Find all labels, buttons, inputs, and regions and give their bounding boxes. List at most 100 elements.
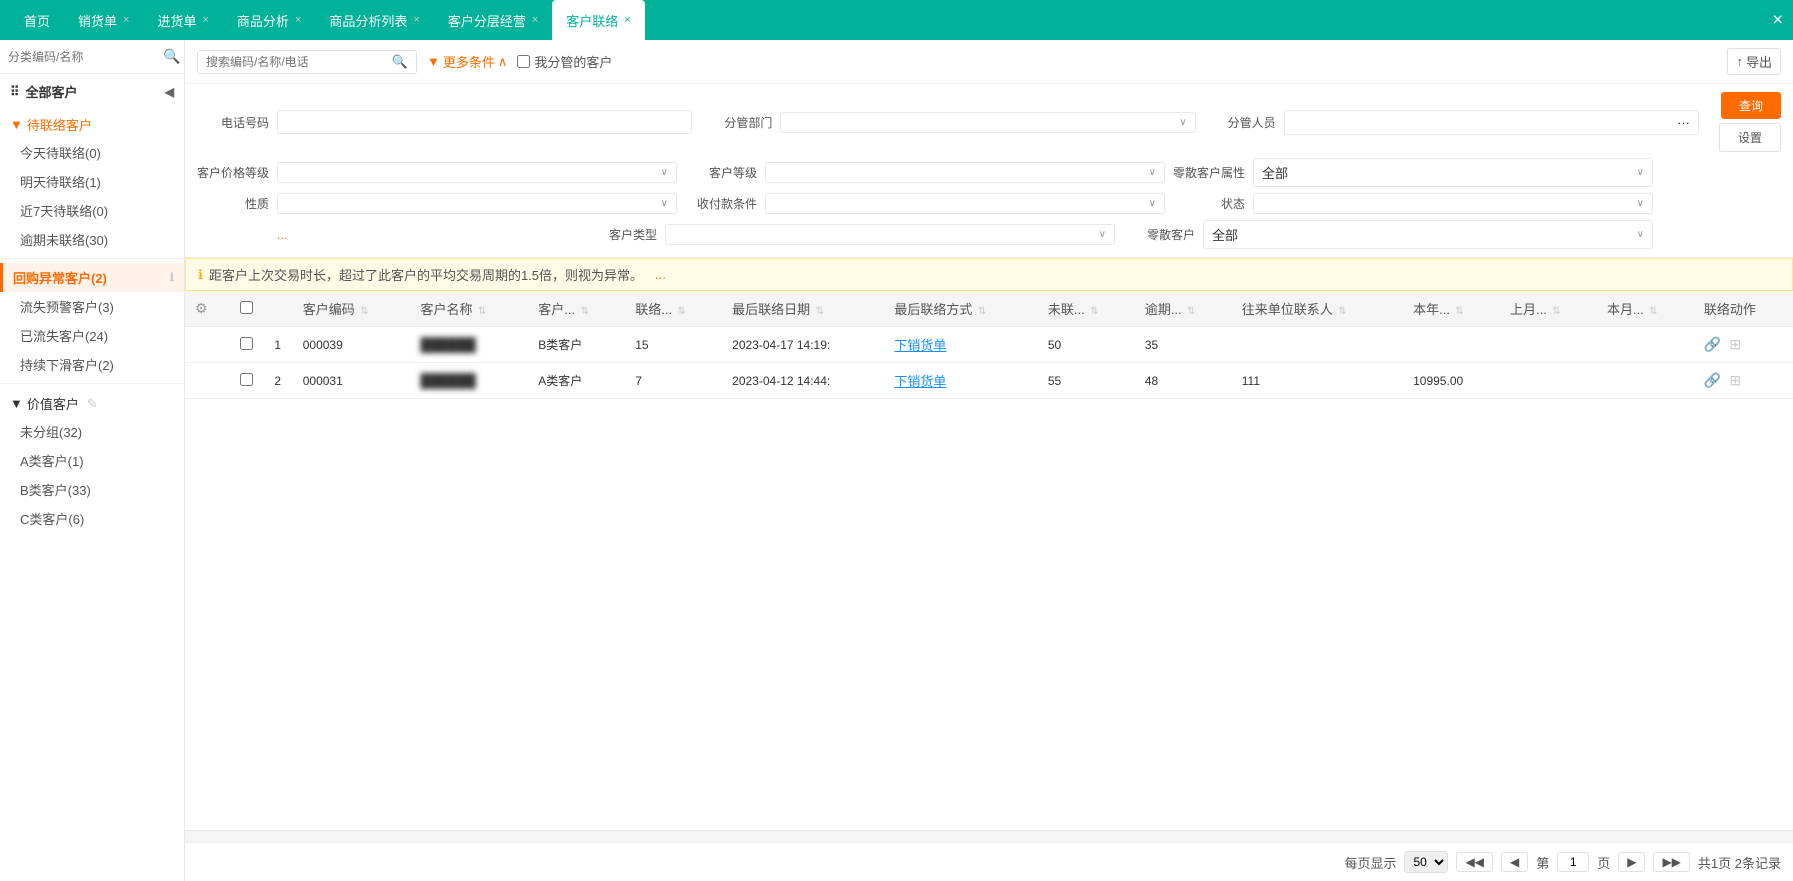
- filter-field-dept: 分管部门 ∨: [700, 112, 1195, 133]
- edit-icon[interactable]: ✎: [87, 396, 98, 412]
- sidebar-item-b-class[interactable]: B类客户(33): [0, 475, 184, 504]
- tooltip-more-button[interactable]: ...: [655, 267, 666, 282]
- row2-select-checkbox[interactable]: [240, 373, 253, 386]
- next-page-button[interactable]: ▶: [1618, 852, 1645, 872]
- customer-type-select[interactable]: ∨: [665, 224, 1115, 245]
- tab-home[interactable]: 首页: [10, 0, 64, 40]
- phone-input[interactable]: [277, 110, 692, 134]
- uncontact-col-header[interactable]: 未联... ⇅: [1038, 291, 1135, 327]
- window-close-button[interactable]: ×: [1772, 10, 1783, 31]
- unit-contact-col-header[interactable]: 往来单位联系人 ⇅: [1232, 291, 1403, 327]
- row1-name[interactable]: ██████: [411, 327, 529, 363]
- my-customers-checkbox[interactable]: [517, 55, 530, 68]
- sidebar-group-value-title[interactable]: ▼ 价值客户 ✎: [0, 388, 184, 417]
- sidebar-item-a-class[interactable]: A类客户(1): [0, 446, 184, 475]
- close-sales-tab[interactable]: ×: [123, 14, 129, 26]
- close-analysis-list-tab[interactable]: ×: [413, 14, 419, 26]
- row1-grid-icon[interactable]: ⊞: [1729, 336, 1741, 353]
- retail-customer-select[interactable]: 全部 ∨: [1203, 220, 1653, 249]
- sidebar-item-today[interactable]: 今天待联络(0): [0, 138, 184, 167]
- row2-code[interactable]: 000031: [293, 363, 411, 399]
- overdue-col-header[interactable]: 逾期... ⇅: [1135, 291, 1232, 327]
- row1-link-icon[interactable]: 🔗: [1704, 336, 1721, 353]
- price-level-select[interactable]: ∨: [277, 162, 677, 183]
- search-field: 🔍: [197, 50, 417, 74]
- sidebar-item-ungrouped[interactable]: 未分组(32): [0, 417, 184, 446]
- sidebar-search-input[interactable]: [8, 50, 163, 64]
- tab-analysis-list[interactable]: 商品分析列表 ×: [315, 0, 433, 40]
- table-header-row: ⚙ 客户编码 ⇅ 客户名称 ⇅: [185, 291, 1793, 327]
- last-method-col-header[interactable]: 最后联络方式 ⇅: [884, 291, 1038, 327]
- tab-purchase[interactable]: 进货单 ×: [143, 0, 222, 40]
- type-col-header[interactable]: 客户... ⇅: [528, 291, 625, 327]
- per-page-select[interactable]: 50: [1404, 851, 1448, 873]
- name-col-header[interactable]: 客户名称 ⇅: [411, 291, 529, 327]
- last-date-col-header[interactable]: 最后联络日期 ⇅: [722, 291, 884, 327]
- row1-code[interactable]: 000039: [293, 327, 411, 363]
- sidebar-item-churn-warning[interactable]: 流失预警客户(3): [0, 292, 184, 321]
- sidebar-group-pending-title[interactable]: ▼ 待联络客户: [0, 109, 184, 138]
- retail-attr-select[interactable]: 全部 ∨: [1253, 158, 1653, 187]
- sidebar-item-overdue[interactable]: 逾期未联络(30): [0, 225, 184, 254]
- prev-page-button[interactable]: ◀: [1501, 852, 1528, 872]
- sidebar-group-repurchase: 回购异常客户(2) ℹ 流失预警客户(3) 已流失客户(24) 持续下滑客户(2…: [0, 263, 184, 379]
- horizontal-scrollbar[interactable]: [185, 830, 1793, 842]
- sidebar-collapse-icon[interactable]: ◀: [165, 85, 174, 99]
- last-month-col-header[interactable]: 上月... ⇅: [1500, 291, 1597, 327]
- row1-last-method[interactable]: 下销货单: [884, 327, 1038, 363]
- payment-select[interactable]: ∨: [765, 193, 1165, 214]
- setting-button[interactable]: 设置: [1719, 123, 1781, 152]
- query-button[interactable]: 查询: [1721, 92, 1781, 119]
- page-number-input[interactable]: [1557, 852, 1589, 872]
- sidebar-item-declining[interactable]: 持续下滑客户(2): [0, 350, 184, 379]
- tab-customer-contact[interactable]: 客户联络 ×: [552, 0, 644, 40]
- sort-contact-icon: ⇅: [677, 306, 685, 317]
- settings-gear-icon[interactable]: ⚙: [195, 300, 208, 316]
- search-icon[interactable]: 🔍: [392, 54, 408, 70]
- row2-link-icon[interactable]: 🔗: [1704, 372, 1721, 389]
- sidebar-item-7days[interactable]: 近7天待联络(0): [0, 196, 184, 225]
- tab-sales[interactable]: 销货单 ×: [64, 0, 143, 40]
- contact-col-header[interactable]: 联络... ⇅: [625, 291, 722, 327]
- sidebar-item-tomorrow[interactable]: 明天待联络(1): [0, 167, 184, 196]
- close-customer-contact-tab[interactable]: ×: [624, 14, 630, 26]
- customer-level-select[interactable]: ∨: [765, 162, 1165, 183]
- row2-last-method[interactable]: 下销货单: [884, 363, 1038, 399]
- more-conditions-button[interactable]: ▼ 更多条件 ∧: [427, 52, 507, 71]
- export-button[interactable]: ↑ 导出: [1727, 48, 1781, 75]
- row2-grid-icon[interactable]: ⊞: [1729, 372, 1741, 389]
- close-analysis-tab[interactable]: ×: [295, 14, 301, 26]
- this-year-col-header[interactable]: 本年... ⇅: [1403, 291, 1500, 327]
- row2-action: 🔗 ⊞: [1694, 363, 1793, 399]
- search-input[interactable]: [206, 55, 392, 69]
- code-col-header[interactable]: 客户编码 ⇅: [293, 291, 411, 327]
- row1-contact: 15: [625, 327, 722, 363]
- sidebar-search-icon[interactable]: 🔍: [163, 48, 180, 65]
- sidebar-item-repurchase-abnormal[interactable]: 回购异常客户(2) ℹ: [0, 263, 184, 292]
- select-all-checkbox[interactable]: [240, 301, 253, 314]
- close-customer-tier-tab[interactable]: ×: [532, 14, 538, 26]
- row1-num: 1: [263, 327, 293, 363]
- first-page-button[interactable]: ◀◀: [1456, 852, 1492, 872]
- this-month-col-header[interactable]: 本月... ⇅: [1597, 291, 1694, 327]
- my-customers-checkbox-area: 我分管的客户: [517, 52, 612, 71]
- sidebar-all-customers[interactable]: ⠿ 全部客户 ◀: [0, 74, 184, 109]
- tab-analysis[interactable]: 商品分析 ×: [223, 0, 315, 40]
- main-layout: 🔍 ⠿ 全部客户 ◀ ▼ 待联络客户 今天待联络(0) 明: [0, 40, 1793, 881]
- row2-this-month: [1597, 363, 1694, 399]
- more-fields-button[interactable]: ...: [277, 228, 287, 242]
- row2-last-month: [1500, 363, 1597, 399]
- manager-select[interactable]: ···: [1284, 110, 1699, 135]
- row2-name[interactable]: ██████: [411, 363, 529, 399]
- close-purchase-tab[interactable]: ×: [202, 14, 208, 26]
- settings-col-header[interactable]: ⚙: [185, 291, 230, 327]
- row1-overdue: 35: [1135, 327, 1232, 363]
- sidebar-item-churned[interactable]: 已流失客户(24): [0, 321, 184, 350]
- nature-select[interactable]: ∨: [277, 193, 677, 214]
- last-page-button[interactable]: ▶▶: [1653, 852, 1689, 872]
- row1-select-checkbox[interactable]: [240, 337, 253, 350]
- status-select[interactable]: ∨: [1253, 193, 1653, 214]
- dept-select[interactable]: ∨: [780, 112, 1195, 133]
- sidebar-item-c-class[interactable]: C类客户(6): [0, 504, 184, 533]
- tab-customer-tier[interactable]: 客户分层经营 ×: [434, 0, 552, 40]
